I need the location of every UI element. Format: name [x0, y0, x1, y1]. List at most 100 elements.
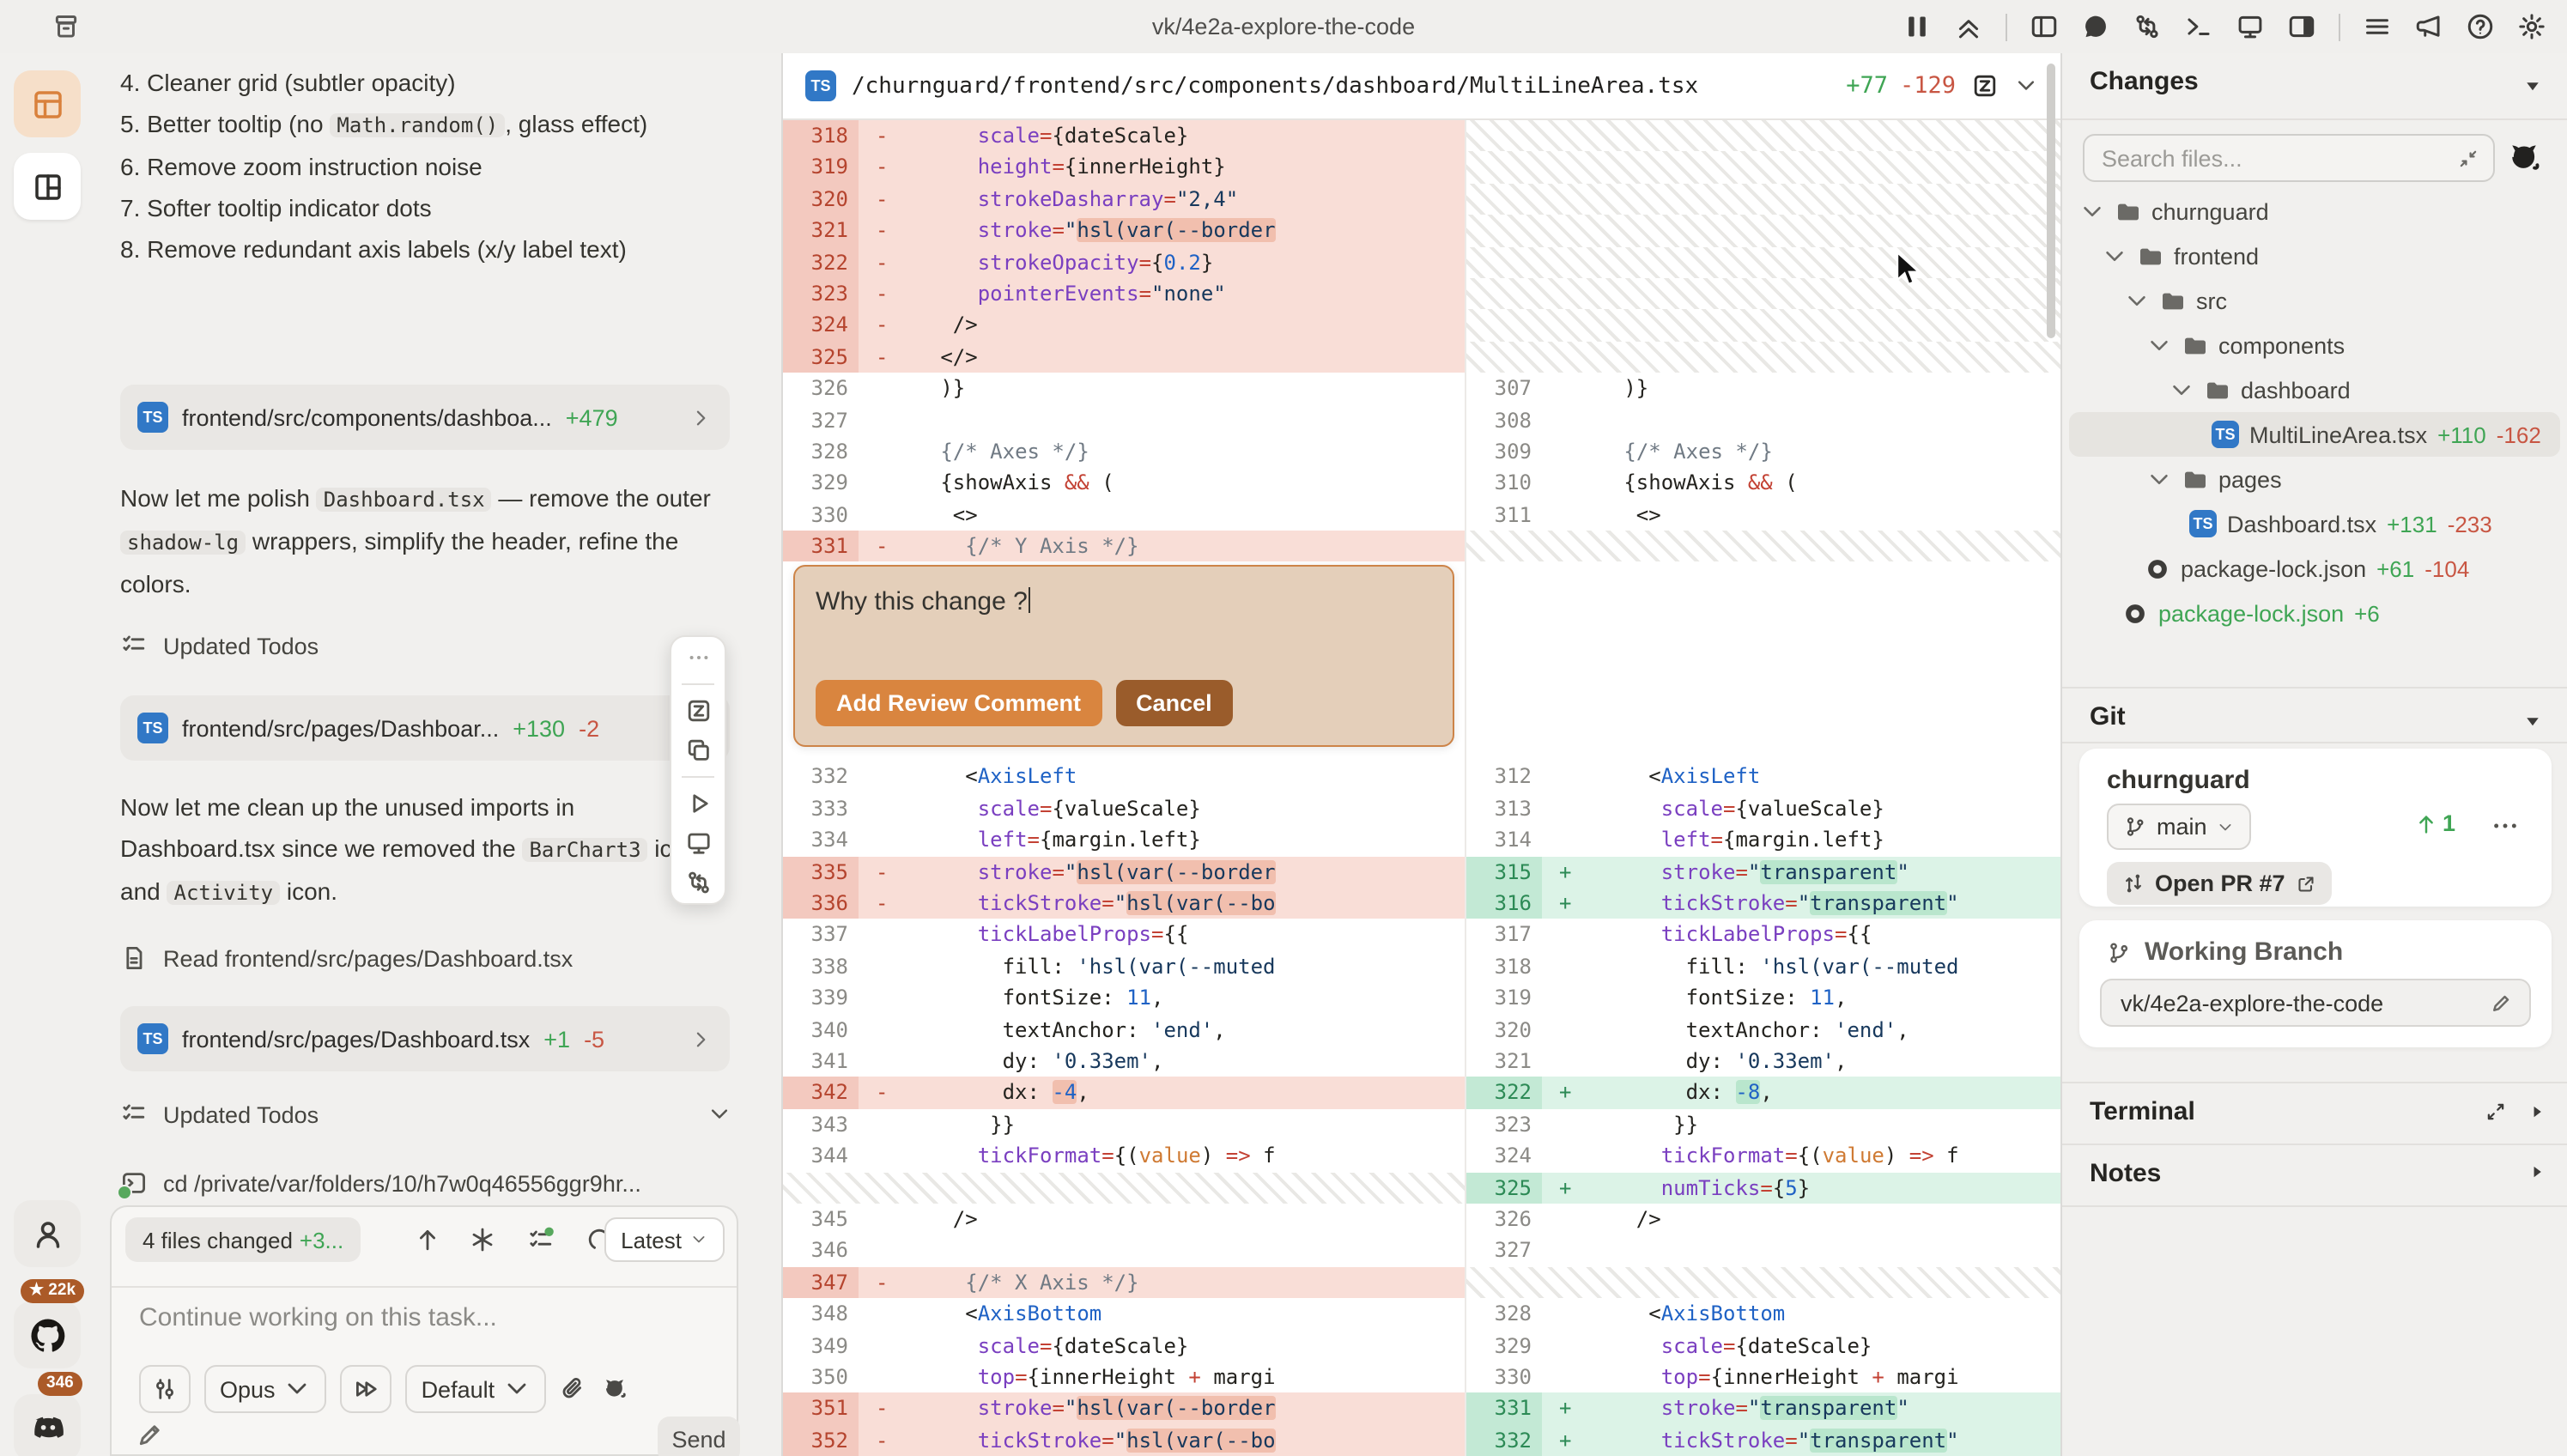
- rail-discord-button[interactable]: [14, 1394, 81, 1456]
- tree-file-package-lock.json[interactable]: package-lock.json+61-104: [2062, 546, 2567, 591]
- line-number[interactable]: 315: [1466, 856, 1542, 888]
- pause-icon[interactable]: [1902, 12, 1932, 41]
- chevron-down-icon[interactable]: [2014, 74, 2038, 98]
- line-number[interactable]: 331: [783, 531, 859, 562]
- diff-cell-old[interactable]: 333 scale={valueScale}: [783, 793, 1465, 825]
- line-number[interactable]: 320: [783, 184, 859, 215]
- diff-cell-new[interactable]: 331+ stroke="transparent": [1465, 1393, 2060, 1425]
- line-number[interactable]: 319: [1466, 982, 1542, 1014]
- line-number[interactable]: 325: [1466, 1172, 1542, 1204]
- files-changed-chip[interactable]: 4 files changed +3...: [125, 1217, 361, 1262]
- tree-file-MultiLineArea.tsx[interactable]: TSMultiLineArea.tsx+110-162: [2069, 412, 2560, 457]
- collapse-tree-icon[interactable]: [2457, 147, 2479, 169]
- git-compare-icon[interactable]: [684, 869, 712, 896]
- diff-cell-new[interactable]: 317 tickLabelProps={{: [1465, 919, 2060, 951]
- line-number[interactable]: 339: [783, 982, 859, 1014]
- diff-edit-icon[interactable]: [684, 697, 712, 725]
- diff-cell-old[interactable]: 351- stroke="hsl(var(--border: [783, 1393, 1465, 1425]
- rail-board-button[interactable]: [14, 153, 81, 220]
- tree-folder-frontend[interactable]: frontend: [2062, 234, 2567, 278]
- line-number[interactable]: 326: [783, 373, 859, 404]
- line-number[interactable]: 351: [783, 1393, 859, 1425]
- play-icon[interactable]: [684, 790, 712, 817]
- diff-cell-old[interactable]: 331- {/* Y Axis */}: [783, 531, 1465, 562]
- search-input[interactable]: [2098, 143, 2447, 173]
- mode-dropdown[interactable]: Default: [406, 1365, 547, 1413]
- fast-forward-button[interactable]: [341, 1365, 392, 1413]
- rail-workspace-button[interactable]: [14, 70, 81, 137]
- review-comment-input[interactable]: Why this change ?: [816, 588, 1031, 617]
- chevron-down-icon[interactable]: [707, 1102, 731, 1126]
- line-number[interactable]: 313: [1466, 793, 1542, 825]
- diff-cell-old[interactable]: 320- strokeDasharray="2,4": [783, 184, 1465, 215]
- add-review-comment-button[interactable]: Add Review Comment: [816, 681, 1101, 727]
- line-number[interactable]: 345: [783, 1204, 859, 1235]
- panel-left-icon[interactable]: [2030, 12, 2059, 41]
- line-number[interactable]: 316: [1466, 888, 1542, 919]
- diff-cell-old[interactable]: 345 />: [783, 1204, 1465, 1235]
- cat-icon[interactable]: [601, 1375, 628, 1403]
- cancel-button[interactable]: Cancel: [1115, 681, 1233, 727]
- line-number[interactable]: 322: [783, 246, 859, 278]
- diff-cell-new[interactable]: 311 <>: [1465, 499, 2060, 531]
- diff-cell-old[interactable]: 347- {/* X Axis */}: [783, 1266, 1465, 1298]
- composer-input[interactable]: Continue working on this task...: [139, 1303, 497, 1332]
- diff-cell-old[interactable]: 327: [783, 404, 1465, 436]
- diff-cell-new[interactable]: 318 fill: 'hsl(var(--muted: [1465, 951, 2060, 983]
- menu-icon[interactable]: [2363, 12, 2392, 41]
- diff-cell-new[interactable]: 313 scale={valueScale}: [1465, 793, 2060, 825]
- line-number[interactable]: 319: [783, 152, 859, 184]
- line-number[interactable]: 324: [1466, 1140, 1542, 1172]
- line-number[interactable]: 352: [783, 1424, 859, 1456]
- line-number[interactable]: 335: [783, 856, 859, 888]
- diff-cell-old[interactable]: 323- pointerEvents="none": [783, 278, 1465, 310]
- diff-cell-new[interactable]: 310 {showAxis && (: [1465, 468, 2060, 500]
- diff-cell-new[interactable]: 314 left={margin.left}: [1465, 825, 2060, 857]
- working-branch-input[interactable]: [2117, 988, 2479, 1017]
- copy-icon[interactable]: [684, 737, 712, 764]
- diff-cell-new[interactable]: 327: [1465, 1235, 2060, 1267]
- line-number[interactable]: 329: [783, 468, 859, 500]
- diff-cell-old[interactable]: 325- </>: [783, 341, 1465, 373]
- git-compare-icon[interactable]: [2133, 12, 2162, 41]
- panel-right-icon[interactable]: [2287, 12, 2316, 41]
- diff-cell-old[interactable]: 321- stroke="hsl(var(--border: [783, 215, 1465, 246]
- diff-cell-new[interactable]: 308: [1465, 404, 2060, 436]
- open-pr-button[interactable]: Open PR #7: [2107, 862, 2332, 905]
- line-number[interactable]: 348: [783, 1298, 859, 1330]
- line-number[interactable]: 328: [783, 436, 859, 468]
- collapse-triangle-icon[interactable]: [2522, 709, 2543, 730]
- tree-folder-components[interactable]: components: [2062, 323, 2567, 367]
- tree-folder-churnguard[interactable]: churnguard: [2062, 189, 2567, 234]
- diff-cell-old[interactable]: 332 <AxisLeft: [783, 761, 1465, 793]
- line-number[interactable]: 320: [1466, 1014, 1542, 1046]
- diff-cell-old[interactable]: 344 tickFormat={(value) => f: [783, 1140, 1465, 1172]
- line-number[interactable]: 310: [1466, 468, 1542, 500]
- diff-cell-old[interactable]: 318- scale={dateScale}: [783, 120, 1465, 152]
- monitor-icon[interactable]: [2236, 12, 2265, 41]
- diff-cell-old[interactable]: 334 left={margin.left}: [783, 825, 1465, 857]
- diff-cell-old[interactable]: 328 {/* Axes */}: [783, 436, 1465, 468]
- notes-section-header[interactable]: Notes: [2062, 1147, 2567, 1202]
- more-options-icon[interactable]: [2490, 810, 2521, 841]
- line-number[interactable]: 318: [783, 120, 859, 152]
- diff-cell-old[interactable]: 346: [783, 1235, 1465, 1267]
- line-number[interactable]: 312: [1466, 761, 1542, 793]
- file-search[interactable]: [2083, 134, 2495, 182]
- line-number[interactable]: 341: [783, 1046, 859, 1077]
- tree-folder-dashboard[interactable]: dashboard: [2062, 367, 2567, 412]
- diff-cell-new[interactable]: 312 <AxisLeft: [1465, 761, 2060, 793]
- line-number[interactable]: 321: [1466, 1046, 1542, 1077]
- diff-cell-old[interactable]: 337 tickLabelProps={{: [783, 919, 1465, 951]
- diff-cell-old[interactable]: 350 top={innerHeight + margi: [783, 1362, 1465, 1393]
- line-number[interactable]: 314: [1466, 825, 1542, 857]
- diff-cell-old[interactable]: 341 dy: '0.33em',: [783, 1046, 1465, 1077]
- diff-cell-new[interactable]: 323 }}: [1465, 1109, 2060, 1141]
- arrow-up-icon[interactable]: [414, 1226, 441, 1253]
- cat-icon[interactable]: [2505, 139, 2543, 177]
- line-number[interactable]: 350: [783, 1362, 859, 1393]
- working-branch-field[interactable]: [2100, 979, 2531, 1027]
- diff-cell-new[interactable]: 326 />: [1465, 1204, 2060, 1235]
- diff-cell-old[interactable]: 326 )}: [783, 373, 1465, 404]
- diff-cell-old[interactable]: 335- stroke="hsl(var(--border: [783, 856, 1465, 888]
